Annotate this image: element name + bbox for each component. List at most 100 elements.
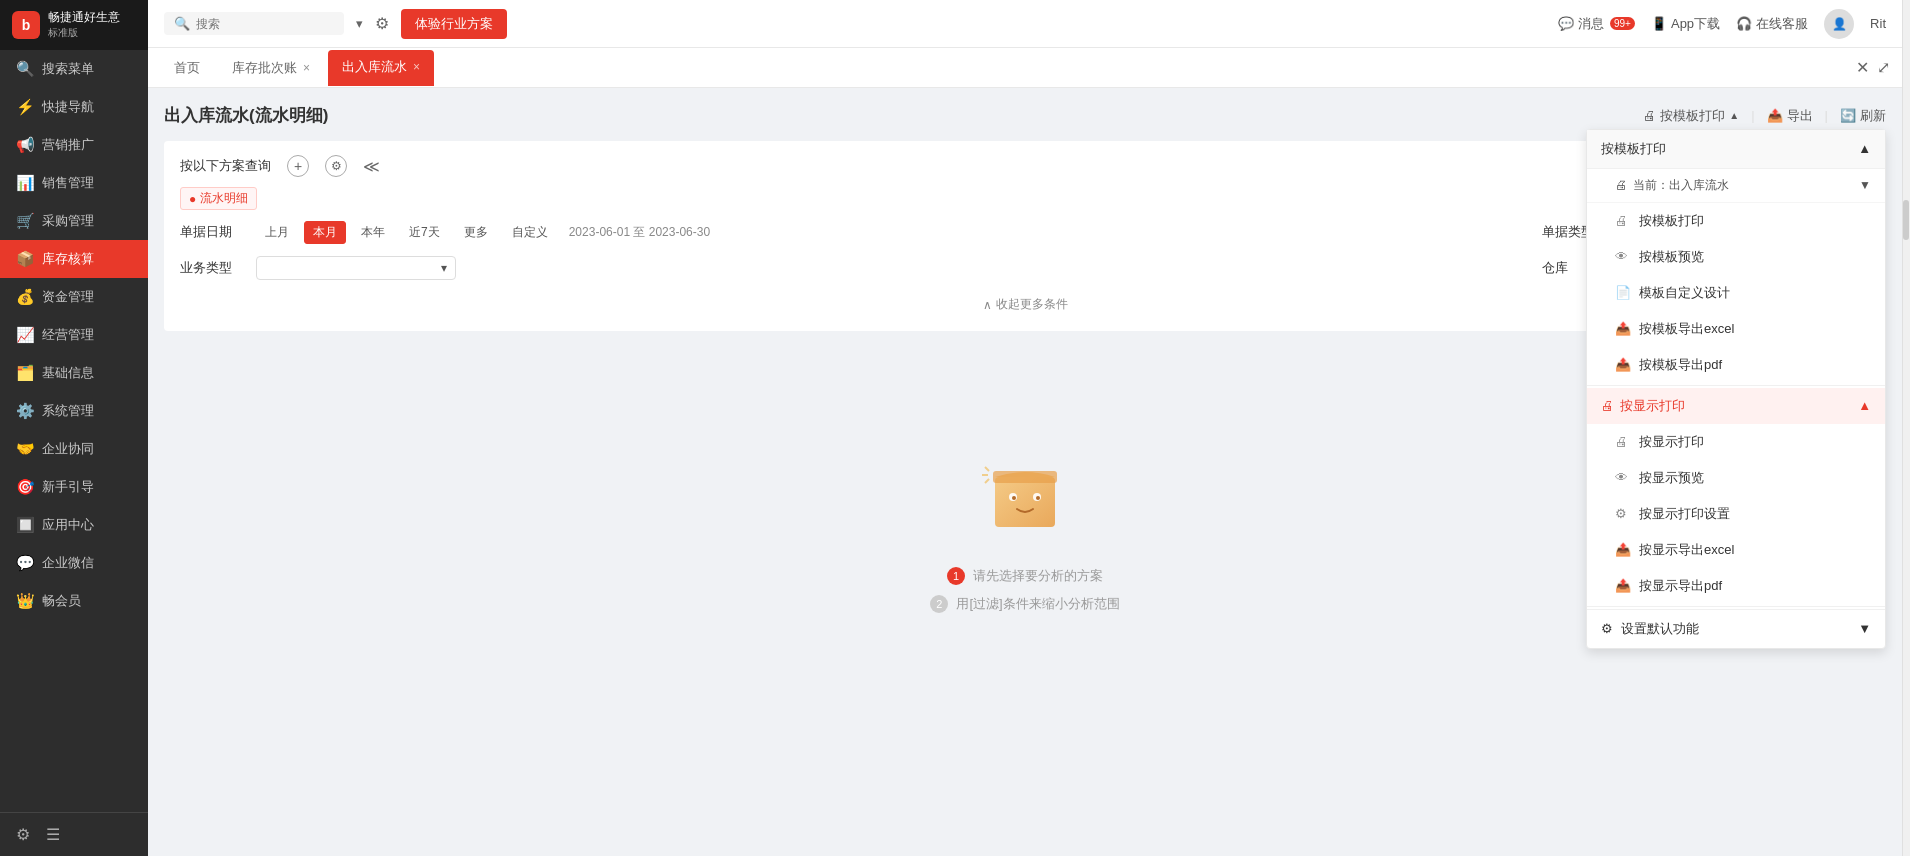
dropdown-current-chevron: ▼ — [1859, 178, 1871, 192]
dropdown-display-preview[interactable]: 👁 按显示预览 — [1587, 460, 1885, 496]
topbar-app-download[interactable]: 📱 App下载 — [1651, 15, 1720, 33]
svg-rect-0 — [995, 477, 1055, 527]
empty-text-step2: 2 用[过滤]条件来缩小分析范围 — [930, 595, 1119, 613]
user-avatar[interactable]: 👤 — [1824, 9, 1854, 39]
date-btn-7days[interactable]: 近7天 — [400, 221, 449, 244]
date-btn-this-month[interactable]: 本月 — [304, 221, 346, 244]
marketing-icon: 📢 — [16, 136, 34, 154]
purchase-icon: 🛒 — [16, 212, 34, 230]
sidebar-item-label: 销售管理 — [42, 174, 94, 192]
refresh-btn[interactable]: 🔄 刷新 — [1840, 107, 1886, 125]
phone-icon: 📱 — [1651, 16, 1667, 31]
scrollbar-handle[interactable] — [1903, 200, 1909, 240]
tab-flow-close-icon[interactable]: × — [413, 60, 420, 74]
dropdown-template-pdf[interactable]: 📤 按模板导出pdf — [1587, 347, 1885, 383]
filter-add-btn[interactable]: + — [287, 155, 309, 177]
sidebar-item-inventory[interactable]: 📦 库存核算 — [0, 240, 148, 278]
tabbar: 首页 库存批次账 × 出入库流水 × ✕ ⤢ — [148, 48, 1902, 88]
date-btn-this-year[interactable]: 本年 — [352, 221, 394, 244]
flow-detail-tag[interactable]: ● 流水明细 — [180, 187, 257, 210]
date-filter-options: 上月 本月 本年 近7天 更多 自定义 2023-06-01 至 2023-06… — [256, 221, 710, 244]
date-btn-custom[interactable]: 自定义 — [503, 221, 557, 244]
dropdown-template-custom[interactable]: 📄 模板自定义设计 — [1587, 275, 1885, 311]
topbar-customer-service[interactable]: 🎧 在线客服 — [1736, 15, 1808, 33]
export-btn[interactable]: 📤 导出 — [1767, 107, 1813, 125]
topbar-dropdown-icon[interactable]: ▾ — [356, 16, 363, 31]
dropdown-title: 按模板打印 — [1601, 140, 1666, 158]
page-actions: 🖨 按模板打印 ▲ | 📤 导出 | 🔄 刷新 按模板打印 — [1643, 107, 1886, 125]
date-btn-more[interactable]: 更多 — [455, 221, 497, 244]
sidebar-item-wechat[interactable]: 💬 企业微信 — [0, 544, 148, 582]
expand-icon[interactable]: ⤢ — [1877, 58, 1890, 77]
topbar-search-box[interactable]: 🔍 — [164, 12, 344, 35]
date-btn-last-month[interactable]: 上月 — [256, 221, 298, 244]
sidebar-item-basic[interactable]: 🗂️ 基础信息 — [0, 354, 148, 392]
sidebar-item-finance[interactable]: 💰 资金管理 — [0, 278, 148, 316]
step2-badge: 2 — [930, 595, 948, 613]
dropdown-chevron-up: ▲ — [1858, 141, 1871, 156]
business-type-select[interactable]: ▾ — [256, 256, 456, 280]
display-section-icon: 🖨 — [1601, 398, 1614, 413]
dropdown-display-excel[interactable]: 📤 按显示导出excel — [1587, 532, 1885, 568]
sidebar-item-label: 搜索菜单 — [42, 60, 94, 78]
svg-line-6 — [985, 467, 989, 471]
sidebar-item-marketing[interactable]: 📢 营销推广 — [0, 126, 148, 164]
tab-batch-close-icon[interactable]: × — [303, 61, 310, 75]
tab-batch[interactable]: 库存批次账 × — [218, 51, 324, 85]
dropdown-display-pdf[interactable]: 📤 按显示导出pdf — [1587, 568, 1885, 604]
menu-toggle-icon[interactable]: ☰ — [46, 825, 60, 844]
dropdown-header: 按模板打印 ▲ — [1587, 130, 1885, 169]
date-range-display: 2023-06-01 至 2023-06-30 — [569, 224, 710, 241]
dropdown-display-section[interactable]: 🖨 按显示打印 ▲ — [1587, 388, 1885, 424]
sidebar-item-collab[interactable]: 🤝 企业协同 — [0, 430, 148, 468]
filter-setting-btn[interactable]: ⚙ — [325, 155, 347, 177]
filter-collapse-icon[interactable]: ≪ — [363, 157, 380, 176]
logo-area: b 畅捷通好生意 标准版 — [0, 0, 148, 50]
tab-home[interactable]: 首页 — [160, 51, 214, 85]
topbar-messages[interactable]: 💬 消息 99+ — [1558, 15, 1635, 33]
logo-sub: 标准版 — [48, 26, 120, 40]
empty-svg — [975, 447, 1075, 537]
topbar-gear-icon[interactable]: ⚙ — [375, 14, 389, 33]
excel-icon: 📤 — [1615, 321, 1631, 336]
sidebar-item-apps[interactable]: 🔲 应用中心 — [0, 506, 148, 544]
search-input[interactable] — [196, 17, 316, 31]
settings-bottom-icon[interactable]: ⚙ — [16, 825, 30, 844]
sidebar-item-guide[interactable]: 🎯 新手引导 — [0, 468, 148, 506]
shortcut-icon: ⚡ — [16, 98, 34, 116]
dropdown-template-print[interactable]: 🖨 按模板打印 — [1587, 203, 1885, 239]
display-preview-icon: 👁 — [1615, 470, 1631, 485]
empty-text-step1: 1 请先选择要分析的方案 — [947, 567, 1103, 585]
design-icon: 📄 — [1615, 285, 1631, 300]
sidebar-item-search[interactable]: 🔍 搜索菜单 — [0, 50, 148, 88]
right-scrollbar[interactable] — [1902, 0, 1910, 856]
sidebar-item-shortcut[interactable]: ⚡ 快捷导航 — [0, 88, 148, 126]
dropdown-template-excel[interactable]: 📤 按模板导出excel — [1587, 311, 1885, 347]
biz-dropdown-icon: ▾ — [441, 261, 447, 275]
svg-point-5 — [1036, 496, 1040, 500]
tab-flow[interactable]: 出入库流水 × — [328, 50, 434, 86]
industry-btn[interactable]: 体验行业方案 — [401, 9, 507, 39]
sidebar-item-label: 企业协同 — [42, 440, 94, 458]
dropdown-current-template[interactable]: 🖨 当前：出入库流水 ▼ — [1587, 169, 1885, 203]
apps-icon: 🔲 — [16, 516, 34, 534]
username-label[interactable]: Rit — [1870, 16, 1886, 31]
dropdown-display-setting[interactable]: ⚙ 按显示打印设置 — [1587, 496, 1885, 532]
printer-icon: 🖨 — [1643, 108, 1656, 123]
topbar-right: 💬 消息 99+ 📱 App下载 🎧 在线客服 👤 Rit — [1558, 9, 1886, 39]
divider: | — [1751, 108, 1754, 123]
sidebar-item-system[interactable]: ⚙️ 系统管理 — [0, 392, 148, 430]
empty-illustration — [975, 447, 1075, 547]
template-print-btn[interactable]: 🖨 按模板打印 ▲ — [1643, 107, 1739, 125]
dropdown-default-setting[interactable]: ⚙ 设置默认功能 ▼ — [1587, 609, 1885, 648]
dropdown-template-preview[interactable]: 👁 按模板预览 — [1587, 239, 1885, 275]
sidebar-item-member[interactable]: 👑 畅会员 — [0, 582, 148, 620]
close-tab-icon[interactable]: ✕ — [1856, 58, 1869, 77]
sidebar-item-label: 基础信息 — [42, 364, 94, 382]
sidebar-item-operations[interactable]: 📈 经营管理 — [0, 316, 148, 354]
collapse-up-icon: ∧ — [983, 298, 992, 312]
sidebar-item-sales[interactable]: 📊 销售管理 — [0, 164, 148, 202]
svg-rect-1 — [993, 471, 1057, 483]
sidebar-item-purchase[interactable]: 🛒 采购管理 — [0, 202, 148, 240]
dropdown-display-print[interactable]: 🖨 按显示打印 — [1587, 424, 1885, 460]
